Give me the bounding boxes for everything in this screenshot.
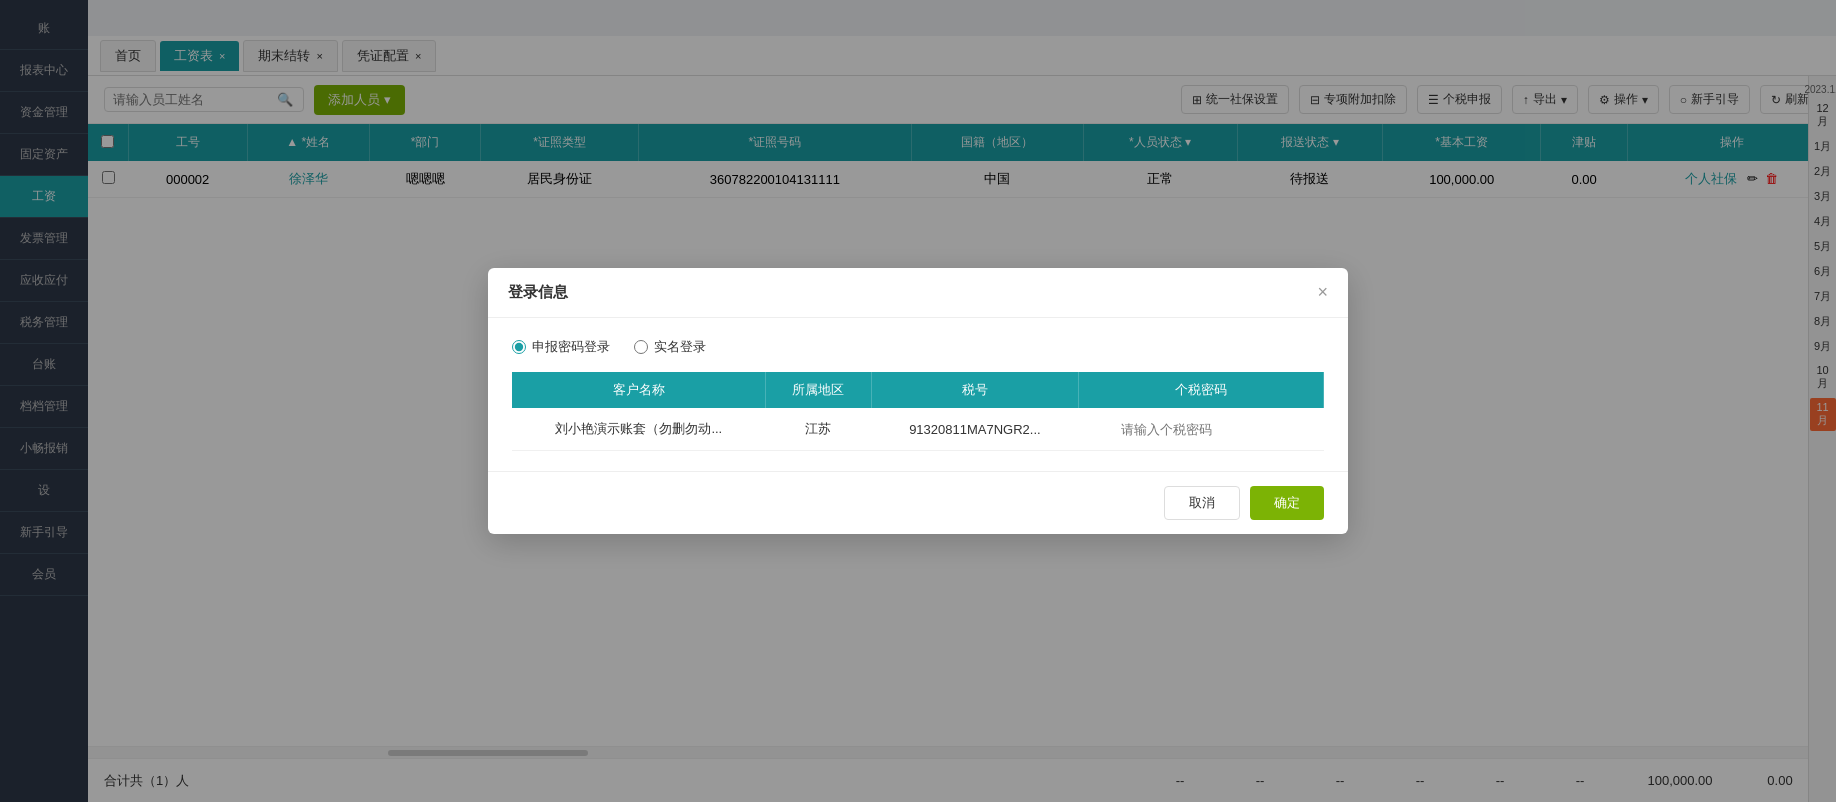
- modal-close-button[interactable]: ×: [1317, 282, 1328, 303]
- cancel-button[interactable]: 取消: [1164, 486, 1240, 520]
- login-info-table: 客户名称 所属地区 税号 个税密码 刘小艳演示账套（勿删勿动... 江苏 913…: [512, 372, 1324, 451]
- radio-password-login[interactable]: 申报密码登录: [512, 338, 610, 356]
- modal-body: 申报密码登录 实名登录 客户名称 所属地区 税号 个税密码: [488, 318, 1348, 471]
- modal-title: 登录信息: [508, 283, 568, 302]
- cell-client-name: 刘小艳演示账套（勿删勿动...: [512, 408, 766, 451]
- col-tax-number: 税号: [871, 372, 1079, 408]
- confirm-button[interactable]: 确定: [1250, 486, 1324, 520]
- login-modal: 登录信息 × 申报密码登录 实名登录 客户名称 所属地区: [488, 268, 1348, 534]
- modal-header: 登录信息 ×: [488, 268, 1348, 318]
- cell-tax-password[interactable]: [1079, 408, 1324, 451]
- cell-region: 江苏: [766, 408, 871, 451]
- tax-password-input[interactable]: [1121, 422, 1281, 437]
- login-table-row: 刘小艳演示账套（勿删勿动... 江苏 91320811MA7NGR2...: [512, 408, 1324, 451]
- col-tax-password: 个税密码: [1079, 372, 1324, 408]
- col-client-name: 客户名称: [512, 372, 766, 408]
- modal-footer: 取消 确定: [488, 471, 1348, 534]
- modal-overlay[interactable]: 登录信息 × 申报密码登录 实名登录 客户名称 所属地区: [0, 0, 1836, 802]
- radio-realname-input[interactable]: [634, 340, 648, 354]
- col-region: 所属地区: [766, 372, 871, 408]
- radio-realname-login[interactable]: 实名登录: [634, 338, 706, 356]
- login-type-group: 申报密码登录 实名登录: [512, 338, 1324, 356]
- radio-password-input[interactable]: [512, 340, 526, 354]
- cell-tax-number: 91320811MA7NGR2...: [871, 408, 1079, 451]
